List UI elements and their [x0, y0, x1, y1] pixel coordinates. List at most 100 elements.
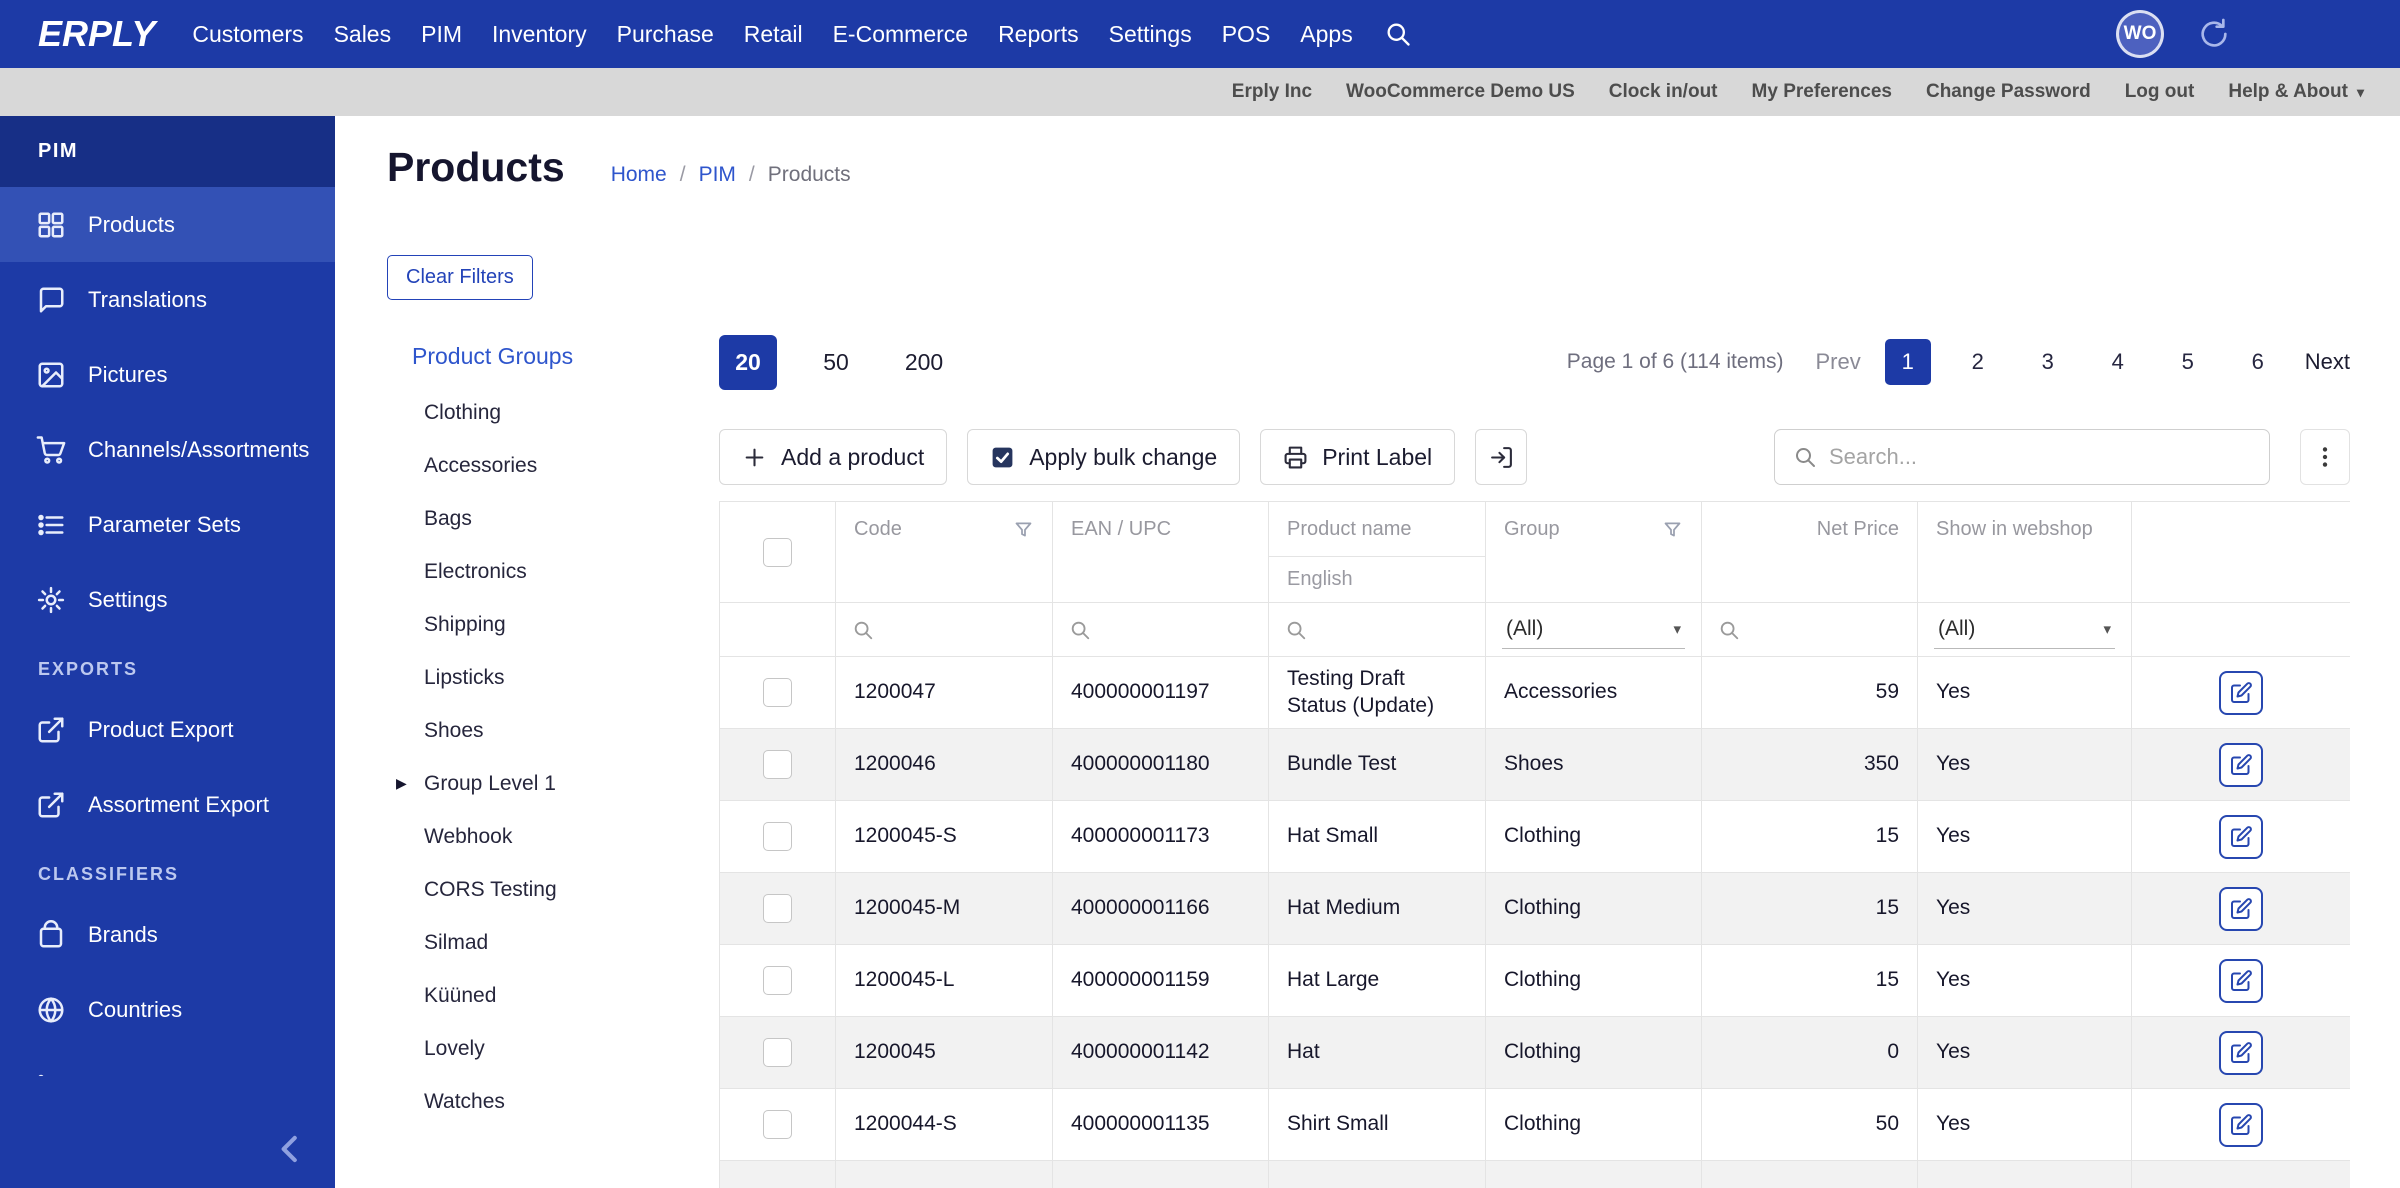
menu-item[interactable]: Purchase	[602, 21, 729, 48]
utility-link[interactable]: Log out	[2125, 81, 2195, 103]
row-checkbox[interactable]	[763, 966, 792, 995]
edit-product-button[interactable]	[2219, 814, 2263, 859]
product-group-item[interactable]: ▶ Silmad	[412, 916, 719, 969]
product-group-item[interactable]: ▶ Webhook	[412, 810, 719, 863]
edit-product-button[interactable]	[2219, 958, 2263, 1003]
print-label-button[interactable]: Print Label	[1260, 429, 1456, 485]
sidebar-item[interactable]: Parameter Sets	[0, 487, 335, 562]
product-group-item[interactable]: ▶ Clothing	[412, 386, 719, 439]
menu-item[interactable]: Apps	[1285, 21, 1367, 48]
search-icon[interactable]	[1384, 20, 1412, 48]
menu-item[interactable]: Inventory	[477, 21, 602, 48]
edit-product-button[interactable]	[2219, 670, 2263, 715]
row-checkbox[interactable]	[763, 894, 792, 923]
sidebar-item[interactable]: Pictures	[0, 337, 335, 412]
bulk-change-button[interactable]: Apply bulk change	[967, 429, 1241, 485]
breadcrumb-item[interactable]: Home	[611, 163, 667, 187]
chevron-left-icon[interactable]	[271, 1130, 309, 1168]
funnel-icon[interactable]	[1662, 519, 1683, 540]
edit-product-button[interactable]	[2219, 1102, 2263, 1147]
sidebar-item[interactable]: Settings	[0, 562, 335, 637]
refresh-icon[interactable]	[2198, 18, 2230, 50]
product-group-item[interactable]: ▶ Lovely	[412, 1022, 719, 1075]
filter-webshop-select[interactable]: (All) ▾	[1934, 611, 2115, 649]
utility-link[interactable]: My Preferences	[1752, 81, 1892, 103]
menu-item[interactable]: POS	[1207, 21, 1286, 48]
breadcrumb-item[interactable]: PIM	[667, 163, 736, 187]
page-size-button[interactable]: 20	[719, 334, 777, 390]
column-header-webshop[interactable]: Show in webshop	[1936, 518, 2093, 541]
sidebar-item[interactable]: Product Export	[0, 692, 335, 767]
breadcrumb-item[interactable]: Products	[736, 163, 851, 187]
sidebar-item[interactable]: Translations	[0, 262, 335, 337]
utility-link[interactable]: Change Password	[1926, 81, 2091, 103]
row-checkbox[interactable]	[763, 678, 792, 707]
product-group-item[interactable]: ▶ Shoes	[412, 704, 719, 757]
utility-link[interactable]: WooCommerce Demo US	[1346, 81, 1575, 103]
filter-group-select[interactable]: (All) ▾	[1502, 611, 1685, 649]
page-number-button[interactable]: 6	[2235, 339, 2281, 385]
sidebar-item[interactable]: Product extra field1	[0, 1047, 335, 1076]
row-checkbox[interactable]	[763, 750, 792, 779]
filter-net-price-input[interactable]	[1702, 603, 1918, 656]
sidebar-item[interactable]: Assortment Export	[0, 767, 335, 842]
filter-product-name-input[interactable]	[1269, 603, 1486, 656]
search-input[interactable]	[1829, 444, 2251, 470]
product-group-item[interactable]: ▶ Shipping	[412, 598, 719, 651]
funnel-icon[interactable]	[1013, 519, 1034, 540]
product-group-item[interactable]: ▶ Electronics	[412, 545, 719, 598]
help-about-menu[interactable]: Help & About ▾	[2228, 81, 2364, 103]
menu-item[interactable]: Retail	[729, 21, 818, 48]
product-group-item[interactable]: ▶ Watches	[412, 1075, 719, 1128]
page-number-button[interactable]: 3	[2025, 339, 2071, 385]
column-header-ean[interactable]: EAN / UPC	[1071, 518, 1171, 541]
edit-product-button[interactable]	[2219, 742, 2263, 787]
row-checkbox[interactable]	[763, 822, 792, 851]
product-group-item[interactable]: ▶ Group Level 1	[396, 757, 719, 810]
sidebar-item[interactable]: Products	[0, 187, 335, 262]
product-group-item[interactable]: ▶ Küüned	[412, 969, 719, 1022]
product-group-item[interactable]: ▶ CORS Testing	[412, 863, 719, 916]
column-header-net-price[interactable]: Net Price	[1817, 518, 1899, 541]
menu-item[interactable]: Sales	[319, 21, 407, 48]
menu-item[interactable]: Settings	[1094, 21, 1207, 48]
select-all-checkbox[interactable]	[763, 537, 792, 567]
sidebar-item[interactable]: Brands	[0, 897, 335, 972]
add-product-button[interactable]: Add a product	[719, 429, 948, 485]
import-button[interactable]	[1475, 429, 1528, 485]
filter-code-input[interactable]	[836, 603, 1053, 656]
sidebar-item[interactable]: Channels/Assortments	[0, 412, 335, 487]
column-header-code[interactable]: Code	[854, 518, 902, 541]
row-checkbox[interactable]	[763, 1038, 792, 1067]
product-group-item[interactable]: ▶ Bags	[412, 492, 719, 545]
next-page-button[interactable]: Next	[2305, 349, 2350, 375]
page-number-button[interactable]: 2	[1955, 339, 2001, 385]
utility-link[interactable]: Erply Inc	[1232, 81, 1312, 103]
clear-filters-button[interactable]: Clear Filters	[387, 255, 533, 300]
product-group-item[interactable]: ▶ Lipsticks	[412, 651, 719, 704]
product-group-item[interactable]: ▶ Accessories	[412, 439, 719, 492]
edit-product-button[interactable]	[2219, 886, 2263, 931]
sidebar-item[interactable]: Countries	[0, 972, 335, 1047]
triangle-right-icon[interactable]: ▶	[396, 775, 407, 792]
filter-ean-input[interactable]	[1053, 603, 1269, 656]
column-header-product-name[interactable]: Product name	[1287, 518, 1412, 541]
menu-item[interactable]: E-Commerce	[818, 21, 983, 48]
column-header-group[interactable]: Group	[1504, 518, 1560, 541]
page-number-button[interactable]: 5	[2165, 339, 2211, 385]
more-options-button[interactable]	[2300, 429, 2350, 485]
erply-logo[interactable]: ERPLY	[38, 13, 155, 55]
menu-item[interactable]: Customers	[177, 21, 318, 48]
utility-link[interactable]: Clock in/out	[1609, 81, 1718, 103]
page-size-button[interactable]: 50	[807, 335, 865, 390]
page-number-button[interactable]: 4	[2095, 339, 2141, 385]
user-avatar[interactable]: WO	[2116, 10, 2164, 58]
page-number-button[interactable]: 1	[1884, 339, 1931, 385]
menu-item[interactable]: PIM	[406, 21, 477, 48]
menu-item[interactable]: Reports	[983, 21, 1094, 48]
prev-page-button[interactable]: Prev	[1816, 349, 1861, 375]
row-checkbox[interactable]	[763, 1110, 792, 1139]
product-groups-title[interactable]: Product Groups	[412, 343, 719, 370]
page-size-button[interactable]: 200	[895, 335, 953, 390]
edit-product-button[interactable]	[2219, 1030, 2263, 1075]
